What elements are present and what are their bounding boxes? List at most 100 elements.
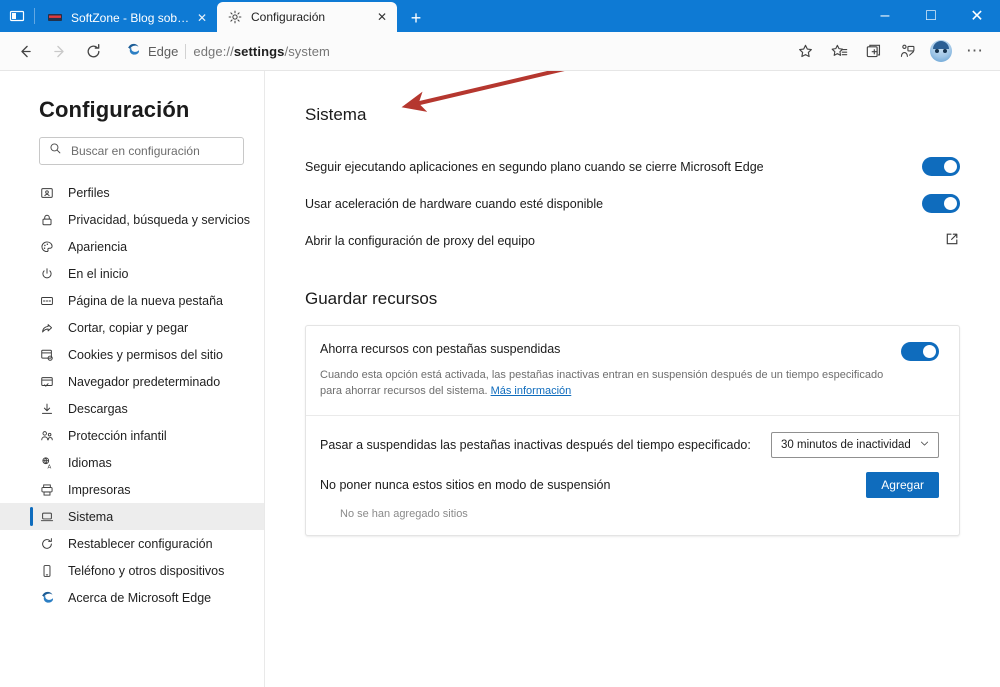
- system-icon: [39, 509, 55, 525]
- sidebar-item-restablecer[interactable]: Restablecer configuración: [0, 530, 264, 557]
- back-button[interactable]: [8, 36, 42, 66]
- minimize-button[interactable]: –: [862, 0, 908, 32]
- close-window-button[interactable]: ✕: [954, 0, 1000, 32]
- sidebar-item-idiomas[interactable]: A Idiomas: [0, 449, 264, 476]
- external-link-icon[interactable]: [944, 231, 960, 250]
- sidebar-item-label: Cookies y permisos del sitio: [68, 347, 223, 362]
- setting-row-background-apps: Seguir ejecutando aplicaciones en segund…: [305, 148, 1000, 185]
- power-icon: [39, 266, 55, 282]
- window-controls: – □ ✕: [862, 0, 1000, 32]
- timeout-dropdown[interactable]: 30 minutos de inactividad: [771, 431, 939, 458]
- palette-icon: [39, 239, 55, 255]
- maximize-button[interactable]: □: [908, 0, 954, 32]
- sidebar-item-descargas[interactable]: Descargas: [0, 395, 264, 422]
- more-options-button[interactable]: ⋯: [958, 36, 992, 66]
- settings-nav-list: Perfiles Privacidad, búsqueda y servicio…: [0, 179, 264, 611]
- sidebar-item-privacidad[interactable]: Privacidad, búsqueda y servicios: [0, 206, 264, 233]
- setting-label: Abrir la configuración de proxy del equi…: [305, 233, 535, 248]
- timeout-label: Pasar a suspendidas las pestañas inactiv…: [320, 437, 751, 452]
- sidebar-item-label: Teléfono y otros dispositivos: [68, 563, 225, 578]
- avatar-eye-left: [935, 49, 939, 53]
- sidebar-item-label: En el inicio: [68, 266, 129, 281]
- sidebar-item-cookies[interactable]: Cookies y permisos del sitio: [0, 341, 264, 368]
- family-icon: [39, 428, 55, 444]
- sidebar-item-impresoras[interactable]: Impresoras: [0, 476, 264, 503]
- setting-label: Seguir ejecutando aplicaciones en segund…: [305, 159, 764, 174]
- toggle-background-apps[interactable]: [922, 157, 960, 176]
- section-heading-guardar-recursos: Guardar recursos: [305, 289, 438, 308]
- languages-icon: A: [39, 455, 55, 471]
- browser-toolbar: Edge edge://settings/system ⋯: [0, 32, 1000, 71]
- sidebar-item-label: Sistema: [68, 509, 114, 524]
- url-suffix: /system: [284, 43, 330, 59]
- sidebar-item-en-el-inicio[interactable]: En el inicio: [0, 260, 264, 287]
- close-icon[interactable]: ✕: [373, 8, 391, 26]
- search-container: [0, 123, 264, 165]
- search-input[interactable]: [71, 144, 234, 158]
- reading-mode-button[interactable]: [890, 36, 924, 66]
- sidebar-item-label: Página de la nueva pestaña: [68, 293, 223, 308]
- settings-main-content: Sistema Seguir ejecutando aplicaciones e…: [265, 71, 1000, 687]
- refresh-icon: [87, 43, 99, 57]
- edge-logo-icon: [39, 590, 55, 606]
- sidebar-item-label: Idiomas: [68, 455, 112, 470]
- favorite-star-button[interactable]: [788, 36, 822, 66]
- browser-tab-configuracion[interactable]: Configuración ✕: [217, 2, 397, 32]
- title-bar: SoftZone - Blog sobre software ✕ Configu…: [0, 0, 1000, 32]
- sidebar-item-navegador-predeterminado[interactable]: Navegador predeterminado: [0, 368, 264, 395]
- add-site-button[interactable]: Agregar: [866, 471, 939, 498]
- setting-label: Usar aceleración de hardware cuando esté…: [305, 196, 604, 211]
- close-icon[interactable]: ✕: [193, 9, 211, 27]
- sidebar-item-proteccion-infantil[interactable]: Protección infantil: [0, 422, 264, 449]
- default-browser-icon: [39, 374, 55, 390]
- forward-button[interactable]: [42, 36, 76, 66]
- sidebar-item-label: Protección infantil: [68, 428, 167, 443]
- address-bar[interactable]: Edge edge://settings/system: [116, 37, 782, 65]
- sidebar-item-label: Descargas: [68, 401, 128, 416]
- sidebar-item-label: Acerca de Microsoft Edge: [68, 590, 212, 605]
- sidebar-item-cortar-copiar-pegar[interactable]: Cortar, copiar y pegar: [0, 314, 264, 341]
- printer-icon: [39, 482, 55, 498]
- page-title: Configuración: [39, 97, 190, 122]
- url-prefix: edge://: [193, 43, 234, 59]
- sleeping-tabs-header: Ahorra recursos con pestañas suspendidas: [320, 342, 939, 361]
- search-box[interactable]: [39, 137, 244, 165]
- avatar-eye-right: [943, 49, 947, 53]
- toggle-sleeping-tabs[interactable]: [901, 342, 939, 361]
- new-tab-button[interactable]: +: [401, 4, 431, 32]
- phone-icon: [39, 563, 55, 579]
- sleeping-tabs-card: Ahorra recursos con pestañas suspendidas…: [305, 325, 960, 536]
- profile-button[interactable]: [924, 36, 958, 66]
- timeout-selected-value: 30 minutos de inactividad: [781, 438, 911, 451]
- sidebar-item-label: Restablecer configuración: [68, 536, 213, 551]
- timeout-row: Pasar a suspendidas las pestañas inactiv…: [320, 431, 939, 458]
- sidebar-item-label: Impresoras: [68, 482, 131, 497]
- tab-actions-button[interactable]: [0, 0, 34, 32]
- edge-logo-icon: [126, 42, 141, 60]
- refresh-button[interactable]: [76, 36, 110, 66]
- sidebar-item-sistema[interactable]: Sistema: [0, 503, 264, 530]
- sidebar-item-telefono[interactable]: Teléfono y otros dispositivos: [0, 557, 264, 584]
- sleeping-tabs-options-section: Pasar a suspendidas las pestañas inactiv…: [306, 414, 959, 535]
- learn-more-link[interactable]: Más información: [491, 385, 572, 397]
- setting-row-proxy[interactable]: Abrir la configuración de proxy del equi…: [305, 222, 1000, 259]
- sidebar-item-nueva-pestana[interactable]: Página de la nueva pestaña: [0, 287, 264, 314]
- sidebar-item-perfiles[interactable]: Perfiles: [0, 179, 264, 206]
- sidebar-item-acerca-de[interactable]: Acerca de Microsoft Edge: [0, 584, 264, 611]
- never-sleep-row: No poner nunca estos sitios en modo de s…: [320, 471, 939, 498]
- sidebar-item-apariencia[interactable]: Apariencia: [0, 233, 264, 260]
- sleeping-tabs-section: Ahorra recursos con pestañas suspendidas…: [306, 326, 959, 415]
- search-icon: [49, 142, 62, 160]
- sleeping-tabs-description: Cuando esta opción está activada, las pe…: [320, 368, 900, 400]
- cookies-icon: [39, 347, 55, 363]
- sidebar-item-label: Navegador predeterminado: [68, 374, 221, 389]
- favorites-list-icon: [831, 44, 847, 56]
- browser-tab-softzone[interactable]: SoftZone - Blog sobre software ✕: [37, 4, 217, 32]
- favorites-list-button[interactable]: [822, 36, 856, 66]
- settings-page: Configuración Perfiles: [0, 71, 1000, 687]
- tab-title: SoftZone - Blog sobre software: [71, 11, 193, 25]
- tab-actions-icon: [9, 10, 25, 22]
- collections-button[interactable]: [856, 36, 890, 66]
- toggle-hardware-acceleration[interactable]: [922, 194, 960, 213]
- svg-text:A: A: [48, 464, 52, 470]
